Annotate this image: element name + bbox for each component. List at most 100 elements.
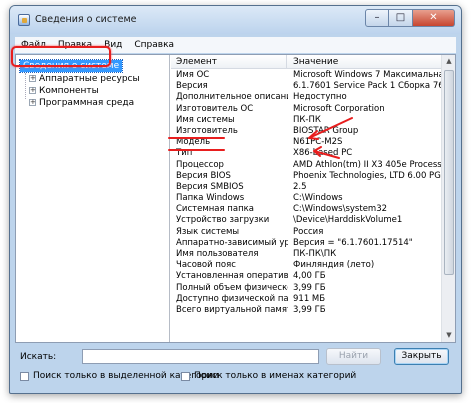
find-button[interactable]: Найти (326, 348, 381, 365)
close-button[interactable]: Закрыть (394, 348, 449, 365)
row-item-value: C:\Windows (293, 193, 343, 204)
expand-icon[interactable]: + (29, 87, 36, 94)
row-item-name: Доступно физической памяти (176, 293, 288, 304)
option-label: Поиск только в именах категорий (194, 371, 357, 381)
tree-item-software-environment[interactable]: + Программная среда (29, 97, 134, 109)
row-item-value: Microsoft Windows 7 Максимальная (293, 70, 449, 80)
table-row[interactable]: Установленная оперативная память 4,00 ГБ (171, 271, 441, 282)
category-tree: Сведения о системе + Аппаратные ресурсы +… (16, 55, 170, 342)
table-row[interactable]: Имя пользователя ПК-ПК\ПК (171, 249, 441, 260)
row-item-value: 911 МБ (293, 293, 326, 304)
tree-connector-line (25, 73, 26, 99)
table-row[interactable]: Дополнительное описание ОС Недоступно (171, 92, 441, 103)
row-item-name: Установленная оперативная память (176, 271, 288, 282)
row-item-value: Версия = "6.1.7601.17514" (293, 237, 413, 248)
table-row[interactable]: Доступно физической памяти 911 МБ (171, 294, 441, 305)
table-row[interactable]: Устройство загрузки \Device\HarddiskVolum… (171, 215, 441, 226)
search-options: Поиск только в выделенной категории Поис… (10, 369, 461, 385)
tree-item-label: Аппаратные ресурсы (39, 74, 140, 84)
tree-item-label: Программная среда (39, 98, 135, 108)
tree-item-hardware-resources[interactable]: + Аппаратные ресурсы (29, 73, 140, 85)
row-item-name: Часовой пояс (176, 260, 236, 271)
details-table: Имя ОС Microsoft Windows 7 Максимальная Ве… (171, 70, 449, 316)
window-title: Сведения о системе (35, 14, 137, 25)
scroll-up-icon[interactable]: ▲ (443, 55, 455, 68)
row-item-value: ПК-ПК\ПК (293, 249, 337, 259)
row-item-name: Аппаратно-зависимый уровень (176, 237, 288, 248)
underline-manufacturer-annotation (168, 137, 225, 139)
table-row[interactable]: Версия 6.1.7601 Service Pack 1 Сборка 760… (171, 81, 449, 92)
row-item-name: Версия (176, 81, 208, 92)
expand-icon[interactable]: + (29, 75, 36, 82)
row-item-name: Всего виртуальной памяти (176, 304, 288, 315)
table-row[interactable]: Имя системы ПК-ПК (171, 115, 441, 126)
table-row[interactable]: Всего виртуальной памяти 3,99 ГБ (171, 305, 441, 316)
tree-item-label: Компоненты (39, 86, 99, 96)
checkbox[interactable] (181, 371, 190, 381)
minimize-button[interactable]: – (365, 9, 389, 27)
search-input[interactable] (82, 349, 319, 364)
row-item-name: Имя ОС (176, 70, 210, 80)
table-row[interactable]: Имя ОС Microsoft Windows 7 Максимальная (171, 70, 449, 81)
row-item-name: Папка Windows (176, 193, 245, 204)
tree-item-components[interactable]: + Компоненты (29, 85, 99, 97)
scroll-down-icon[interactable]: ▼ (443, 329, 455, 342)
row-item-value: 6.1.7601 Service Pack 1 Сборка 7601 (293, 81, 449, 92)
row-item-value: X86-based PC (293, 148, 353, 159)
row-item-name: Дополнительное описание ОС (176, 92, 288, 103)
underline-model-annotation (168, 149, 225, 151)
row-item-name: Версия BIOS (176, 170, 231, 181)
menu-help[interactable]: Справка (128, 40, 180, 50)
row-item-name: Язык системы (176, 226, 240, 237)
row-item-value: AMD Athlon(tm) II X3 405e Processor, 230… (293, 159, 449, 170)
row-item-value: Недоступно (293, 92, 347, 103)
row-item-name: Версия SMBIOS (176, 181, 244, 192)
table-row[interactable]: Изготовитель BIOSTAR Group (171, 126, 441, 137)
column-header-value[interactable]: Значение (288, 55, 441, 69)
title-bar[interactable]: Сведения о системе – □ ✕ (10, 6, 461, 34)
table-row[interactable]: Изготовитель ОС Microsoft Corporation (171, 104, 441, 115)
checkbox[interactable] (20, 371, 29, 381)
row-item-name: Изготовитель ОС (176, 103, 254, 114)
search-bar: Искать: Найти Закрыть (10, 346, 461, 368)
table-row[interactable]: Часовой пояс Финляндия (лето) (171, 260, 441, 271)
row-item-value: BIOSTAR Group (293, 125, 359, 136)
row-item-value: 3,99 ГБ (293, 304, 326, 315)
system-info-app-icon (18, 14, 30, 26)
column-header-item[interactable]: Элемент (171, 55, 287, 69)
row-item-name: Устройство загрузки (176, 215, 270, 226)
row-item-name: Имя пользователя (176, 249, 259, 259)
table-row[interactable]: Папка Windows C:\Windows (171, 193, 441, 204)
row-item-name: Процессор (176, 159, 224, 170)
row-item-value: C:\Windows\system32 (293, 204, 388, 215)
row-item-value: ПК-ПК (293, 114, 321, 125)
row-item-value: 4,00 ГБ (293, 271, 326, 282)
row-item-value: N61PC-M2S (293, 137, 343, 148)
row-item-name: Полный объем физической памяти (176, 282, 288, 293)
maximize-button[interactable]: □ (389, 9, 413, 27)
table-row[interactable]: Язык системы Россия (171, 227, 441, 238)
highlight-box-annotation (11, 46, 111, 67)
close-window-button[interactable]: ✕ (413, 9, 455, 27)
option-category-names[interactable]: Поиск только в именах категорий (181, 371, 356, 381)
row-item-value: Финляндия (лето) (293, 260, 375, 271)
scrollbar-thumb[interactable] (444, 70, 454, 275)
row-item-value: Phoenix Technologies, LTD 6.00 PG, 18.12… (293, 170, 449, 181)
table-row[interactable]: Системная папка C:\Windows\system32 (171, 204, 441, 215)
table-row[interactable]: Полный объем физической памяти 3,99 ГБ (171, 283, 441, 294)
table-row[interactable]: Версия SMBIOS 2.5 (171, 182, 441, 193)
search-label: Искать: (20, 352, 57, 362)
row-item-name: Имя системы (176, 114, 235, 125)
vertical-scrollbar[interactable]: ▲ ▼ (441, 55, 455, 342)
row-item-value: Microsoft Corporation (293, 103, 385, 114)
window-controls: – □ ✕ (365, 9, 455, 27)
row-item-value: Россия (293, 226, 324, 237)
details-pane: Элемент Значение Имя ОС Microsoft Windows… (171, 55, 455, 342)
row-item-value: 3,99 ГБ (293, 282, 326, 293)
table-row[interactable]: Версия BIOS Phoenix Technologies, LTD 6.0… (171, 170, 449, 182)
column-header: Элемент Значение (171, 55, 441, 69)
main-content: Сведения о системе + Аппаратные ресурсы +… (15, 54, 456, 343)
table-row[interactable]: Аппаратно-зависимый уровень Версия = "6.1… (171, 238, 441, 249)
expand-icon[interactable]: + (29, 99, 36, 106)
table-row[interactable]: Процессор AMD Athlon(tm) II X3 405e Proce… (171, 159, 449, 171)
